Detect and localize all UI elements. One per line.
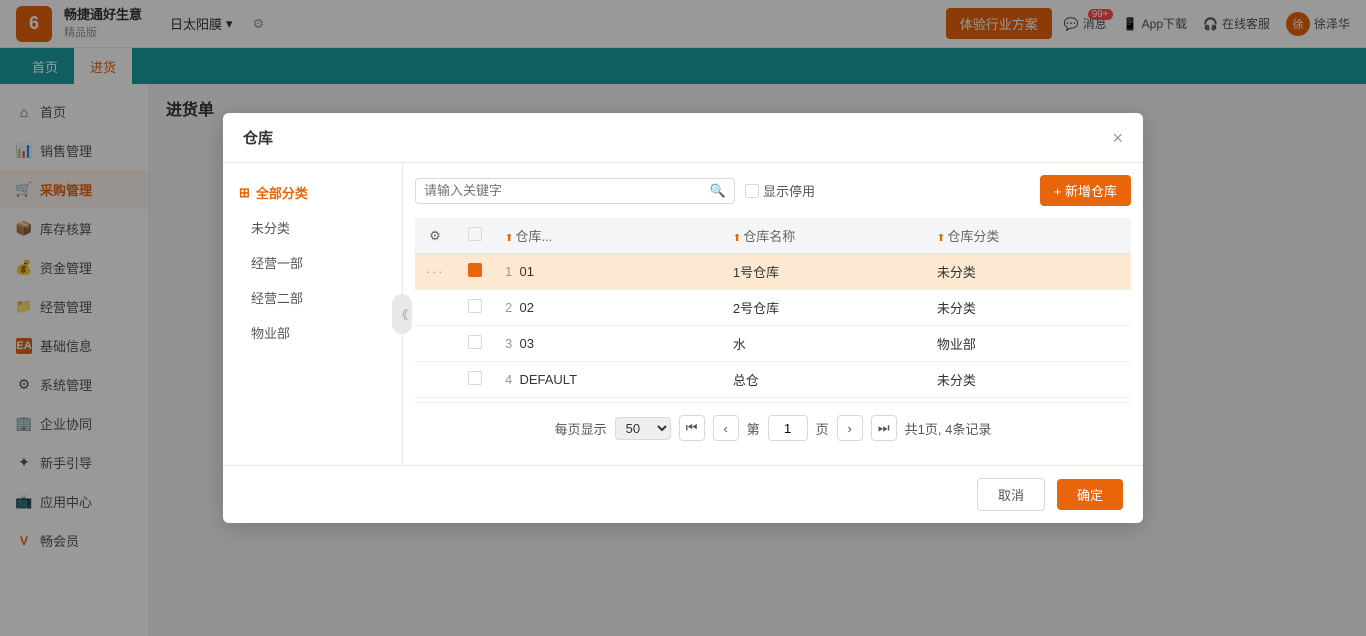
- modal-overlay: 仓库 × ⊞ 全部分类 未分类 经营一部 经营二部: [0, 0, 1366, 636]
- th-gear: ⚙: [415, 218, 455, 254]
- table-row[interactable]: 4 DEFAULT 总仓 未分类: [415, 362, 1131, 398]
- modal-close-button[interactable]: ×: [1112, 129, 1123, 147]
- page-label: 第: [747, 419, 760, 438]
- add-warehouse-button[interactable]: + 新增仓库: [1040, 175, 1131, 206]
- pagination: 每页显示 50 100 ⏮ ‹ 第 页 › ⏭ 共1页, 4条记录: [415, 402, 1131, 453]
- table-row[interactable]: 2 02 2号仓库 未分类: [415, 290, 1131, 326]
- page-input[interactable]: [768, 415, 808, 441]
- toolbar: 🔍 显示停用 + 新增仓库: [415, 175, 1131, 206]
- show-disabled-checkbox[interactable]: [745, 184, 759, 198]
- first-page-button[interactable]: ⏮: [679, 415, 705, 441]
- row-actions: ···: [415, 254, 455, 290]
- row-category: 未分类: [927, 290, 1131, 326]
- modal-title: 仓库: [243, 127, 273, 148]
- row-checkbox-cell: [455, 362, 495, 398]
- row-code: 2 02: [495, 290, 723, 326]
- page-unit: 页: [816, 419, 829, 438]
- search-icon[interactable]: 🔍: [710, 183, 726, 199]
- row-actions: [415, 290, 455, 326]
- modal-header: 仓库 ×: [223, 113, 1143, 163]
- select-all-checkbox[interactable]: [468, 227, 482, 241]
- row-checkbox-cell: [455, 290, 495, 326]
- warehouse-table: ⚙ ⬆仓库... ⬆仓库名称 ⬆仓库分类 ··· 1 01: [415, 218, 1131, 398]
- grid-icon: ⊞: [239, 185, 250, 201]
- table-row[interactable]: ··· 1 01 1号仓库 未分类: [415, 254, 1131, 290]
- modal-body: ⊞ 全部分类 未分类 经营一部 经营二部 物业部 《: [223, 163, 1143, 465]
- row-category: 未分类: [927, 254, 1131, 290]
- row-checkbox-cell: [455, 326, 495, 362]
- th-code: ⬆仓库...: [495, 218, 723, 254]
- category-all-label: 全部分类: [256, 183, 308, 202]
- row-checkbox[interactable]: [468, 299, 482, 313]
- table-header-row: ⚙ ⬆仓库... ⬆仓库名称 ⬆仓库分类: [415, 218, 1131, 254]
- page-size-label: 每页显示: [555, 419, 607, 438]
- category-item-2[interactable]: 经营二部: [223, 280, 402, 315]
- row-category: 未分类: [927, 362, 1131, 398]
- search-wrap: 🔍: [415, 178, 735, 204]
- row-checkbox[interactable]: [468, 263, 482, 277]
- prev-page-button[interactable]: ‹: [713, 415, 739, 441]
- row-checkbox[interactable]: [468, 335, 482, 349]
- category-item-1[interactable]: 经营一部: [223, 245, 402, 280]
- category-item-0[interactable]: 未分类: [223, 210, 402, 245]
- table-body: ··· 1 01 1号仓库 未分类 2 02 2号仓库 未分类: [415, 254, 1131, 398]
- row-code: 3 03: [495, 326, 723, 362]
- row-checkbox[interactable]: [468, 371, 482, 385]
- last-page-button[interactable]: ⏭: [871, 415, 897, 441]
- row-actions: [415, 362, 455, 398]
- category-all[interactable]: ⊞ 全部分类: [223, 175, 402, 210]
- row-code: 1 01: [495, 254, 723, 290]
- row-name: 1号仓库: [723, 254, 927, 290]
- page-size-select[interactable]: 50 100: [615, 417, 671, 440]
- warehouse-modal: 仓库 × ⊞ 全部分类 未分类 经营一部 经营二部: [223, 113, 1143, 523]
- show-disabled-text: 显示停用: [763, 181, 815, 200]
- th-checkbox: [455, 218, 495, 254]
- row-name: 总仓: [723, 362, 927, 398]
- row-category: 物业部: [927, 326, 1131, 362]
- table-row[interactable]: 3 03 水 物业部: [415, 326, 1131, 362]
- next-page-button[interactable]: ›: [837, 415, 863, 441]
- th-category: ⬆仓库分类: [927, 218, 1131, 254]
- collapse-panel-button[interactable]: 《: [392, 294, 412, 334]
- row-code: 4 DEFAULT: [495, 362, 723, 398]
- warehouse-table-wrap: ⚙ ⬆仓库... ⬆仓库名称 ⬆仓库分类 ··· 1 01: [415, 218, 1131, 398]
- total-info: 共1页, 4条记录: [905, 419, 992, 438]
- category-item-3[interactable]: 物业部: [223, 315, 402, 350]
- modal-footer: 取消 确定: [223, 465, 1143, 523]
- cancel-button[interactable]: 取消: [977, 478, 1045, 511]
- show-disabled-label[interactable]: 显示停用: [745, 181, 815, 200]
- more-icon[interactable]: ···: [426, 264, 445, 279]
- row-actions: [415, 326, 455, 362]
- row-name: 水: [723, 326, 927, 362]
- sort-code-icon: ⬆: [505, 233, 513, 244]
- sort-cat-icon: ⬆: [937, 233, 945, 244]
- row-checkbox-cell: [455, 254, 495, 290]
- th-name: ⬆仓库名称: [723, 218, 927, 254]
- category-panel: ⊞ 全部分类 未分类 经营一部 经营二部 物业部 《: [223, 163, 403, 465]
- search-input[interactable]: [424, 183, 710, 198]
- data-panel: 🔍 显示停用 + 新增仓库 ⚙: [403, 163, 1143, 465]
- sort-name-icon: ⬆: [733, 233, 741, 244]
- confirm-button[interactable]: 确定: [1057, 479, 1123, 510]
- row-name: 2号仓库: [723, 290, 927, 326]
